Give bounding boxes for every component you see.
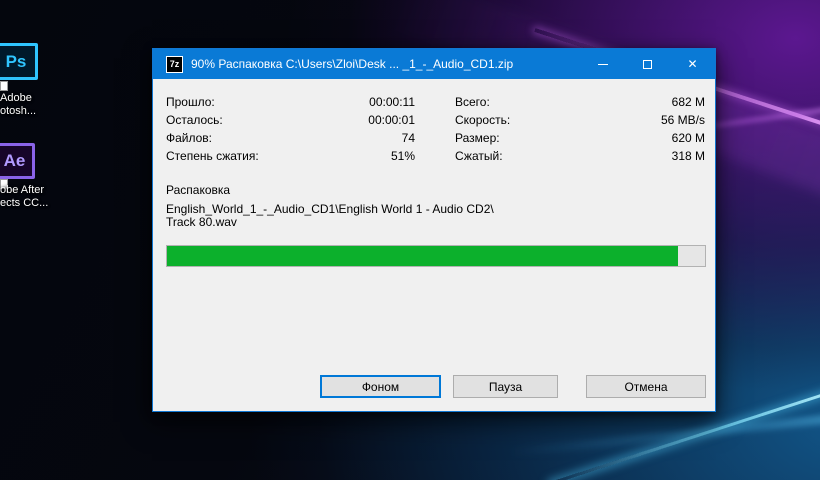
extraction-progress-bar [166,245,706,267]
extracting-section-label: Распаковка [166,183,231,197]
cancel-button[interactable]: Отмена [586,375,706,398]
stat-value-speed: 56 MB/s [660,113,705,127]
stat-value-ratio: 51% [390,149,415,163]
pause-button[interactable]: Пауза [453,375,558,398]
shortcut-arrow-icon [0,81,8,91]
stat-label-size: Размер: [455,131,500,145]
close-icon: ✕ [687,57,698,71]
extraction-progress-fill [167,246,679,266]
after-effects-icon-glyph: Ae [3,151,26,170]
desktop-wallpaper: Ps Adobe otosh... Ae obe After ects CC..… [0,0,820,480]
window-controls: ✕ [580,49,715,79]
maximize-icon [643,59,652,69]
stat-value-total: 682 M [671,95,705,109]
after-effects-icon[interactable]: Ae [0,143,35,179]
after-effects-label-line2: ects CC... [0,197,49,209]
seven-zip-progress-window: 7z 90% Распаковка C:\Users\Zloi\Desk ...… [152,48,716,412]
stat-value-files: 74 [401,131,415,145]
stat-label-remaining: Осталось: [166,113,223,127]
photoshop-label-line2: otosh... [0,105,37,117]
stat-label-files: Файлов: [166,131,213,145]
maximize-button[interactable] [625,49,670,79]
dialog-client-area: Прошло: 00:00:11 Осталось: 00:00:01 Файл… [153,79,715,411]
stat-label-ratio: Степень сжатия: [166,149,259,163]
stat-label-total: Всего: [455,95,490,109]
after-effects-label-line1: obe After [0,184,45,196]
seven-zip-app-icon: 7z [166,55,183,73]
stat-value-size: 620 M [671,131,705,145]
stat-value-compressed: 318 M [671,149,705,163]
photoshop-label-line1: Adobe [0,92,32,104]
titlebar[interactable]: 7z 90% Распаковка C:\Users\Zloi\Desk ...… [153,49,715,79]
stat-label-elapsed: Прошло: [166,95,215,109]
stat-label-speed: Скорость: [455,113,511,127]
current-file-path: English_World_1_-_Audio_CD1\English Worl… [166,202,494,229]
background-button[interactable]: Фоном [320,375,441,398]
stat-value-remaining: 00:00:01 [368,113,415,127]
minimize-button[interactable] [580,49,625,79]
minimize-icon [597,63,608,65]
wallpaper-beam-cyan-soft [509,411,820,457]
stat-value-elapsed: 00:00:11 [369,95,415,109]
photoshop-icon-glyph: Ps [5,51,27,71]
photoshop-icon[interactable]: Ps [0,43,38,80]
stat-label-compressed: Сжатый: [455,149,503,163]
close-button[interactable]: ✕ [670,49,715,79]
window-title: 90% Распаковка C:\Users\Zloi\Desk ... _1… [191,57,514,71]
